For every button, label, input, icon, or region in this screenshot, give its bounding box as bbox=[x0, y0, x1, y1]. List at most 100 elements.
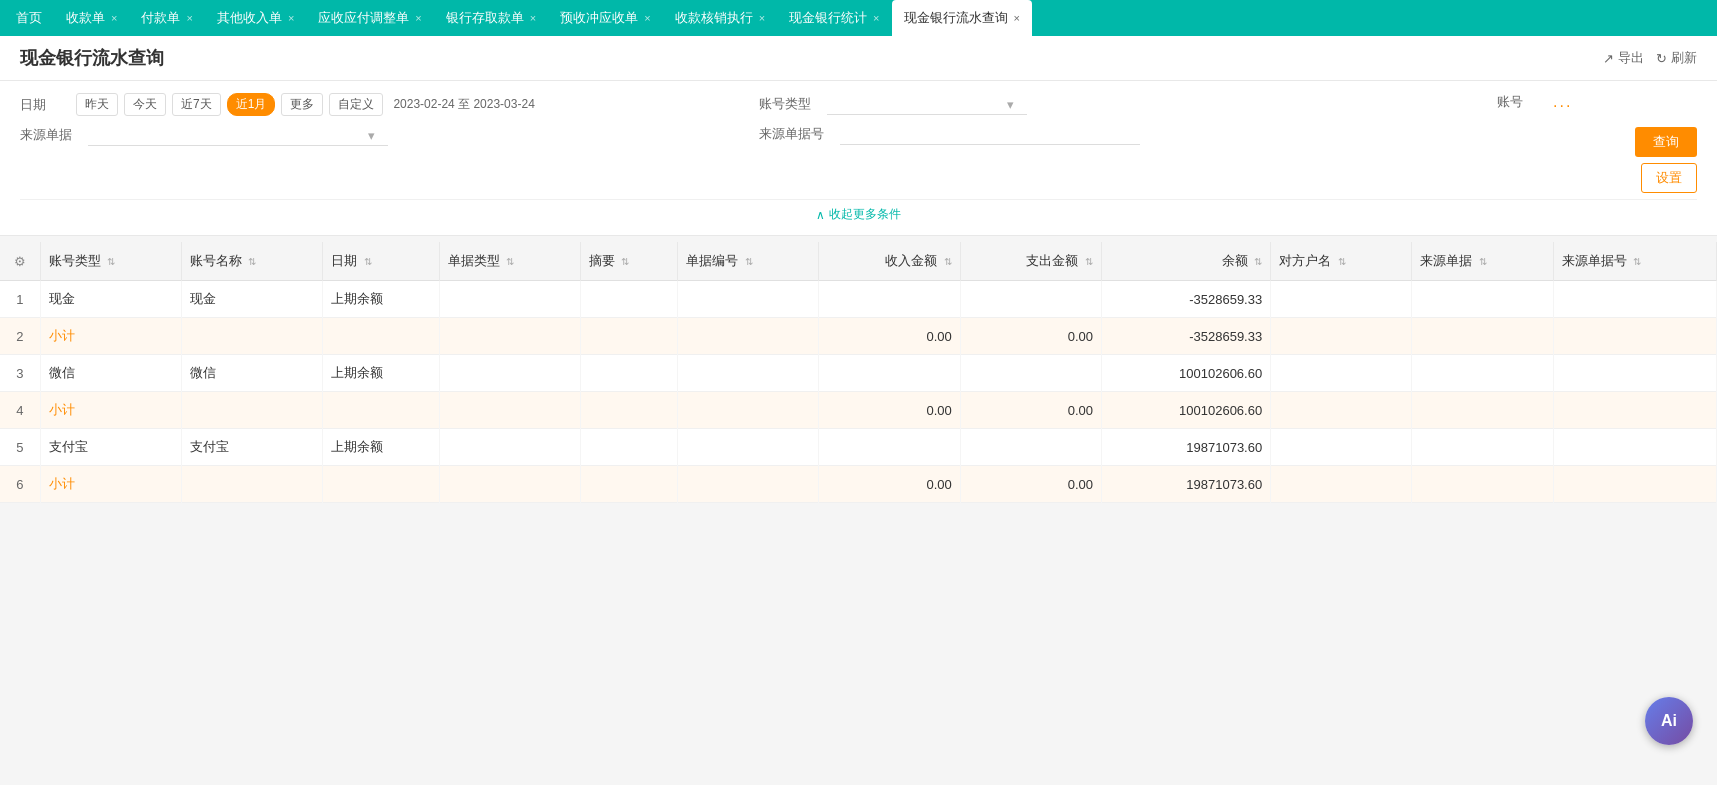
col-date[interactable]: 日期 ⇅ bbox=[323, 242, 440, 281]
query-button[interactable]: 查询 bbox=[1635, 127, 1697, 157]
account-type-row: 账号类型 ▾ bbox=[759, 93, 1474, 115]
chevron-down-icon-2[interactable]: ▾ bbox=[1007, 97, 1014, 112]
row-num: 2 bbox=[0, 318, 40, 355]
col-counterpart[interactable]: 对方户名 ⇅ bbox=[1271, 242, 1412, 281]
account-type-input[interactable] bbox=[827, 93, 1027, 115]
row-balance: 100102606.60 bbox=[1102, 355, 1271, 392]
row-balance: -3528659.33 bbox=[1102, 318, 1271, 355]
date-filter-row: 日期 昨天 今天 近7天 近1月 更多 自定义 2023-02-24 至 202… bbox=[20, 93, 735, 116]
row-balance: 100102606.60 bbox=[1102, 392, 1271, 429]
nav-home[interactable]: 首页 bbox=[4, 0, 54, 36]
sort-icon[interactable]: ⇅ bbox=[1085, 256, 1093, 267]
sort-icon[interactable]: ⇅ bbox=[248, 256, 256, 267]
refresh-button[interactable]: ↻ 刷新 bbox=[1656, 49, 1697, 67]
row-doc-type bbox=[439, 355, 580, 392]
row-date bbox=[323, 318, 440, 355]
sort-icon[interactable]: ⇅ bbox=[364, 256, 372, 267]
settings-button[interactable]: 设置 bbox=[1641, 163, 1697, 193]
chevron-down-icon[interactable]: ▾ bbox=[368, 128, 375, 143]
row-balance: 19871073.60 bbox=[1102, 466, 1271, 503]
col-doc-no[interactable]: 单据编号 ⇅ bbox=[678, 242, 819, 281]
sort-icon[interactable]: ⇅ bbox=[944, 256, 952, 267]
sort-icon[interactable]: ⇅ bbox=[1338, 256, 1346, 267]
collapse-icon: ∧ bbox=[816, 208, 825, 222]
col-expense[interactable]: 支出金额 ⇅ bbox=[960, 242, 1101, 281]
export-button[interactable]: ↗ 导出 bbox=[1603, 49, 1644, 67]
nav-verify[interactable]: 收款核销执行 × bbox=[663, 0, 777, 36]
row-doc-type bbox=[439, 318, 580, 355]
row-account-name: 微信 bbox=[181, 355, 322, 392]
nav-bank-deposit[interactable]: 银行存取款单 × bbox=[434, 0, 548, 36]
row-account-type: 小计 bbox=[40, 318, 181, 355]
sort-icon[interactable]: ⇅ bbox=[1254, 256, 1262, 267]
row-income bbox=[819, 429, 960, 466]
date-1month[interactable]: 近1月 bbox=[227, 93, 276, 116]
nav-payment[interactable]: 付款单 × bbox=[129, 0, 204, 36]
sort-icon[interactable]: ⇅ bbox=[1633, 256, 1641, 267]
source-doc-no-row: 来源单据号 bbox=[759, 123, 1474, 145]
sort-icon[interactable]: ⇅ bbox=[506, 256, 514, 267]
row-date: 上期余额 bbox=[323, 429, 440, 466]
close-icon[interactable]: × bbox=[1014, 12, 1020, 24]
row-doc-no bbox=[678, 466, 819, 503]
close-icon[interactable]: × bbox=[415, 12, 421, 24]
sort-icon[interactable]: ⇅ bbox=[621, 256, 629, 267]
col-source-doc[interactable]: 来源单据 ⇅ bbox=[1412, 242, 1553, 281]
col-balance[interactable]: 余额 ⇅ bbox=[1102, 242, 1271, 281]
row-doc-type bbox=[439, 429, 580, 466]
row-account-type: 微信 bbox=[40, 355, 181, 392]
row-account-type: 小计 bbox=[40, 466, 181, 503]
row-counterpart bbox=[1271, 281, 1412, 318]
date-yesterday[interactable]: 昨天 bbox=[76, 93, 118, 116]
col-summary[interactable]: 摘要 ⇅ bbox=[580, 242, 677, 281]
nav-advance[interactable]: 预收冲应收单 × bbox=[548, 0, 662, 36]
date-more[interactable]: 更多 bbox=[281, 93, 323, 116]
nav-cash-stats[interactable]: 现金银行统计 × bbox=[777, 0, 891, 36]
row-account-name bbox=[181, 318, 322, 355]
row-account-type: 支付宝 bbox=[40, 429, 181, 466]
row-summary bbox=[580, 429, 677, 466]
row-source-doc bbox=[1412, 318, 1553, 355]
source-doc-no-input[interactable] bbox=[840, 123, 1140, 145]
sort-icon[interactable]: ⇅ bbox=[1479, 256, 1487, 267]
close-icon[interactable]: × bbox=[186, 12, 192, 24]
nav-adjust[interactable]: 应收应付调整单 × bbox=[306, 0, 433, 36]
col-account-type[interactable]: 账号类型 ⇅ bbox=[40, 242, 181, 281]
row-num: 4 bbox=[0, 392, 40, 429]
row-account-type: 小计 bbox=[40, 392, 181, 429]
source-doc-input[interactable] bbox=[88, 124, 388, 146]
date-7days[interactable]: 近7天 bbox=[172, 93, 221, 116]
header-actions: ↗ 导出 ↻ 刷新 bbox=[1603, 49, 1697, 67]
nav-other-income[interactable]: 其他收入单 × bbox=[205, 0, 306, 36]
nav-cash-flow[interactable]: 现金银行流水查询 × bbox=[892, 0, 1032, 36]
close-icon[interactable]: × bbox=[759, 12, 765, 24]
col-doc-type[interactable]: 单据类型 ⇅ bbox=[439, 242, 580, 281]
row-expense bbox=[960, 281, 1101, 318]
collapse-bar[interactable]: ∧ 收起更多条件 bbox=[20, 199, 1697, 223]
row-summary bbox=[580, 392, 677, 429]
page-header: 现金银行流水查询 ↗ 导出 ↻ 刷新 bbox=[0, 36, 1717, 81]
table-row: 6小计0.000.0019871073.60 bbox=[0, 466, 1717, 503]
page-title: 现金银行流水查询 bbox=[20, 46, 164, 70]
sort-icon[interactable]: ⇅ bbox=[745, 256, 753, 267]
col-income[interactable]: 收入金额 ⇅ bbox=[819, 242, 960, 281]
col-source-doc-no[interactable]: 来源单据号 ⇅ bbox=[1553, 242, 1716, 281]
gear-icon[interactable]: ⚙ bbox=[14, 254, 26, 269]
refresh-icon: ↻ bbox=[1656, 51, 1667, 66]
row-date: 上期余额 bbox=[323, 355, 440, 392]
row-summary bbox=[580, 466, 677, 503]
sort-icon[interactable]: ⇅ bbox=[107, 256, 115, 267]
col-account-name[interactable]: 账号名称 ⇅ bbox=[181, 242, 322, 281]
row-summary bbox=[580, 281, 677, 318]
close-icon[interactable]: × bbox=[530, 12, 536, 24]
date-today[interactable]: 今天 bbox=[124, 93, 166, 116]
close-icon[interactable]: × bbox=[288, 12, 294, 24]
close-icon[interactable]: × bbox=[644, 12, 650, 24]
col-settings[interactable]: ⚙ bbox=[0, 242, 40, 281]
close-icon[interactable]: × bbox=[111, 12, 117, 24]
close-icon[interactable]: × bbox=[873, 12, 879, 24]
nav-receipt[interactable]: 收款单 × bbox=[54, 0, 129, 36]
account-row: 账号 ... bbox=[1497, 93, 1697, 111]
date-custom[interactable]: 自定义 bbox=[329, 93, 383, 116]
account-dots[interactable]: ... bbox=[1553, 93, 1572, 111]
